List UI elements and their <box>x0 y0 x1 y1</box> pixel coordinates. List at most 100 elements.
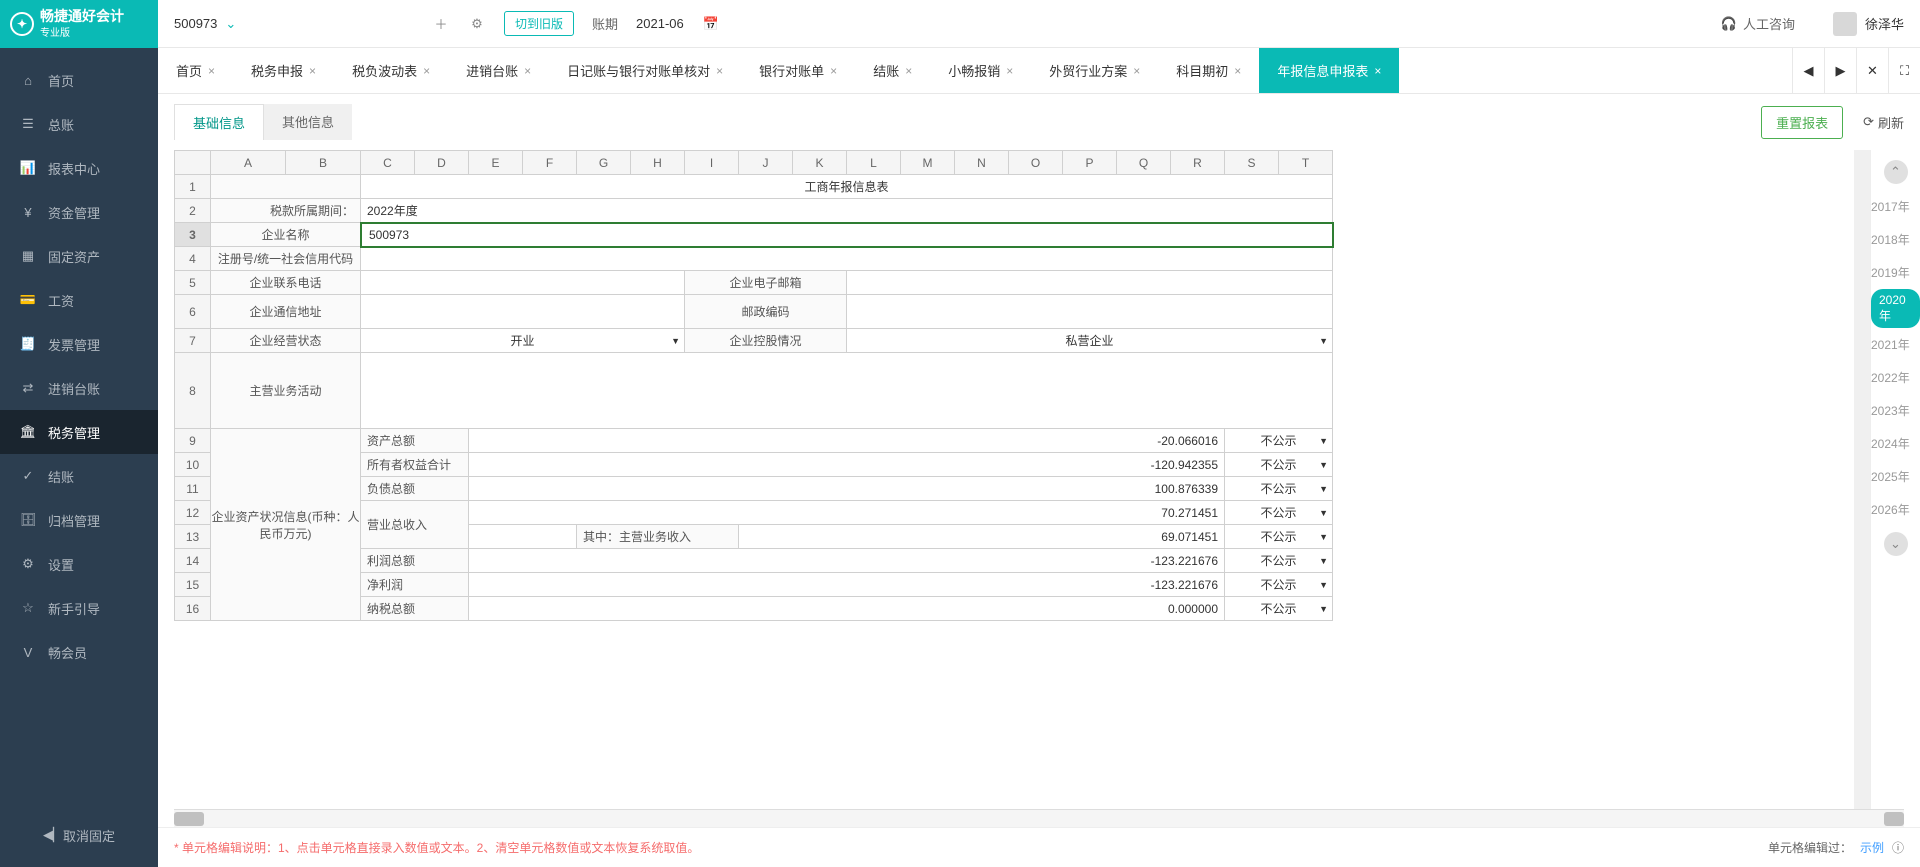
tab-fullscreen[interactable]: ⛶ <box>1888 48 1920 93</box>
col-header[interactable]: M <box>901 151 955 175</box>
cell[interactable] <box>361 295 685 329</box>
add-icon[interactable]: ＋ <box>432 15 450 33</box>
col-header[interactable]: K <box>793 151 847 175</box>
row-header[interactable]: 10 <box>175 453 211 477</box>
year-item[interactable]: 2019年 <box>1871 256 1920 289</box>
tab[interactable]: 结账× <box>855 48 930 93</box>
spreadsheet[interactable]: ABCDEFGHIJKLMNOPQRST1工商年报信息表2税款所属期间：2022… <box>174 150 1854 809</box>
tab-close-all[interactable]: ✕ <box>1856 48 1888 93</box>
row-header[interactable]: 11 <box>175 477 211 501</box>
row-header[interactable]: 13 <box>175 525 211 549</box>
nav-item-vip[interactable]: V畅会员 <box>0 630 158 674</box>
close-icon[interactable]: × <box>1006 64 1013 78</box>
col-header[interactable]: G <box>577 151 631 175</box>
col-header[interactable]: F <box>523 151 577 175</box>
nav-item-ledger[interactable]: ☰总账 <box>0 102 158 146</box>
tab[interactable]: 日记账与银行对账单核对× <box>549 48 741 93</box>
col-header[interactable]: S <box>1225 151 1279 175</box>
value-cell[interactable]: 0.000000 <box>469 597 1225 621</box>
row-header[interactable]: 5 <box>175 271 211 295</box>
nav-item-gear[interactable]: ⚙设置 <box>0 542 158 586</box>
year-down[interactable]: ⌄ <box>1884 532 1908 556</box>
col-header[interactable]: E <box>469 151 523 175</box>
value-cell[interactable]: -123.221676 <box>469 549 1225 573</box>
tab[interactable]: 外贸行业方案× <box>1031 48 1158 93</box>
year-item[interactable]: 2026年 <box>1871 493 1920 526</box>
example-link[interactable]: 示例 <box>1860 839 1884 856</box>
nav-item-home[interactable]: ⌂首页 <box>0 58 158 102</box>
sub-tab-basic[interactable]: 基础信息 <box>174 104 264 140</box>
period-value[interactable]: 2022年度 <box>361 199 1333 223</box>
close-icon[interactable]: × <box>830 64 837 78</box>
col-header[interactable]: H <box>631 151 685 175</box>
year-item[interactable]: 2017年 <box>1871 190 1920 223</box>
year-item[interactable]: 2024年 <box>1871 427 1920 460</box>
publish-dropdown[interactable]: 不公示▼ <box>1225 453 1333 477</box>
calendar-icon[interactable]: 📅 <box>702 15 720 33</box>
value-cell[interactable]: -123.221676 <box>469 573 1225 597</box>
tab[interactable]: 小畅报销× <box>930 48 1031 93</box>
row-header[interactable]: 6 <box>175 295 211 329</box>
company-name-cell[interactable]: 500973 <box>361 223 1333 247</box>
row-header[interactable]: 16 <box>175 597 211 621</box>
col-header[interactable]: O <box>1009 151 1063 175</box>
tab-next[interactable]: ▶ <box>1824 48 1856 93</box>
nav-item-tax[interactable]: 🏛税务管理 <box>0 410 158 454</box>
year-item[interactable]: 2021年 <box>1871 328 1920 361</box>
value-cell[interactable]: 100.876339 <box>469 477 1225 501</box>
row-header[interactable]: 1 <box>175 175 211 199</box>
nav-item-money[interactable]: ¥资金管理 <box>0 190 158 234</box>
year-item[interactable]: 2022年 <box>1871 361 1920 394</box>
col-header[interactable]: T <box>1279 151 1333 175</box>
cell[interactable] <box>361 271 685 295</box>
horizontal-scrollbar[interactable] <box>174 809 1904 827</box>
col-header[interactable]: P <box>1063 151 1117 175</box>
refresh-button[interactable]: ⟳ 刷新 <box>1863 113 1904 132</box>
cell[interactable] <box>847 295 1333 329</box>
tab[interactable]: 进销台账× <box>448 48 549 93</box>
tab[interactable]: 科目期初× <box>1158 48 1259 93</box>
year-item[interactable]: 2023年 <box>1871 394 1920 427</box>
status-dropdown[interactable]: 开业▼ <box>361 329 685 353</box>
value-cell[interactable]: 70.271451 <box>469 501 1225 525</box>
col-header[interactable]: L <box>847 151 901 175</box>
vertical-scrollbar[interactable] <box>1854 150 1870 809</box>
col-header[interactable]: B <box>286 151 361 175</box>
year-up[interactable]: ⌃ <box>1884 160 1908 184</box>
cell[interactable] <box>361 353 1333 429</box>
tab[interactable]: 首页× <box>158 48 233 93</box>
nav-item-salary[interactable]: 💳工资 <box>0 278 158 322</box>
col-header[interactable]: N <box>955 151 1009 175</box>
row-header[interactable]: 12 <box>175 501 211 525</box>
reset-button[interactable]: 重置报表 <box>1761 106 1843 139</box>
publish-dropdown[interactable]: 不公示▼ <box>1225 525 1333 549</box>
row-header[interactable]: 7 <box>175 329 211 353</box>
cell[interactable] <box>469 525 577 549</box>
publish-dropdown[interactable]: 不公示▼ <box>1225 477 1333 501</box>
tab[interactable]: 税务申报× <box>233 48 334 93</box>
publish-dropdown[interactable]: 不公示▼ <box>1225 429 1333 453</box>
nav-item-inout[interactable]: ⇄进销台账 <box>0 366 158 410</box>
close-icon[interactable]: × <box>309 64 316 78</box>
sub-tab-other[interactable]: 其他信息 <box>264 104 352 140</box>
col-header[interactable]: Q <box>1117 151 1171 175</box>
value-cell[interactable]: 69.071451 <box>739 525 1225 549</box>
col-header[interactable]: J <box>739 151 793 175</box>
cell[interactable] <box>361 247 1333 271</box>
nav-item-asset[interactable]: ▦固定资产 <box>0 234 158 278</box>
close-icon[interactable]: × <box>905 64 912 78</box>
publish-dropdown[interactable]: 不公示▼ <box>1225 597 1333 621</box>
org-selector[interactable]: 500973 ⌄ <box>174 16 414 32</box>
tab-prev[interactable]: ◀ <box>1792 48 1824 93</box>
publish-dropdown[interactable]: 不公示▼ <box>1225 549 1333 573</box>
holding-dropdown[interactable]: 私营企业▼ <box>847 329 1333 353</box>
row-header[interactable]: 4 <box>175 247 211 271</box>
cell[interactable] <box>847 271 1333 295</box>
col-header[interactable]: C <box>361 151 415 175</box>
close-icon[interactable]: × <box>423 64 430 78</box>
row-header[interactable]: 8 <box>175 353 211 429</box>
user-menu[interactable]: 徐泽华 <box>1833 12 1904 36</box>
value-cell[interactable]: -20.066016 <box>469 429 1225 453</box>
close-icon[interactable]: × <box>716 64 723 78</box>
year-item[interactable]: 2025年 <box>1871 460 1920 493</box>
